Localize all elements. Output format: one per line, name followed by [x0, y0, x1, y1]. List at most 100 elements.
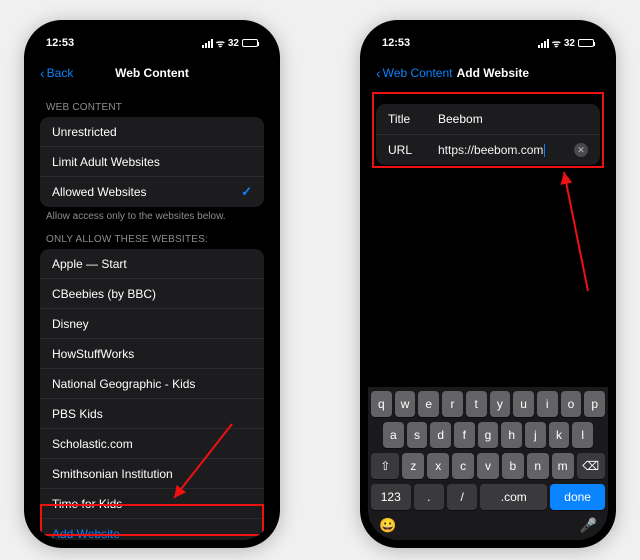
allowed-sites-group: Apple — Start CBeebies (by BBC) Disney H… [40, 249, 264, 540]
section-header-web-content: WEB CONTENT [32, 92, 272, 117]
site-row[interactable]: CBeebies (by BBC) [40, 279, 264, 309]
phone-left: 12:53 ᯤ 32 ‹ Back Web Content WEB CONTEN… [24, 20, 280, 548]
key-z[interactable]: z [402, 453, 424, 479]
site-label: National Geographic - Kids [52, 377, 195, 391]
back-button[interactable]: ‹ Web Content [376, 66, 453, 80]
add-website-label: Add Website [52, 527, 120, 540]
notch [102, 28, 202, 48]
page-title: Add Website [457, 66, 529, 80]
key-k[interactable]: k [549, 422, 570, 448]
url-field-row[interactable]: URL https://beebom.com ✕ [376, 135, 600, 165]
add-website-form: Title Beebom URL https://beebom.com ✕ [376, 104, 600, 165]
status-time: 12:53 [382, 37, 410, 49]
key-q[interactable]: q [371, 391, 392, 417]
site-label: Apple — Start [52, 257, 127, 271]
url-input[interactable]: https://beebom.com [438, 143, 568, 157]
key-b[interactable]: b [502, 453, 524, 479]
site-label: Scholastic.com [52, 437, 133, 451]
site-row[interactable]: Time for Kids [40, 489, 264, 519]
phone-right: 12:53 ᯤ 32 ‹ Web Content Add Website Tit… [360, 20, 616, 548]
site-label: Smithsonian Institution [52, 467, 173, 481]
site-row[interactable]: National Geographic - Kids [40, 369, 264, 399]
battery-percent: 32 [228, 38, 239, 49]
site-row[interactable]: Disney [40, 309, 264, 339]
title-label: Title [388, 112, 438, 126]
option-label: Unrestricted [52, 125, 117, 139]
key-dot[interactable]: . [414, 484, 444, 510]
key-g[interactable]: g [478, 422, 499, 448]
key-r[interactable]: r [442, 391, 463, 417]
option-label: Allowed Websites [52, 185, 147, 199]
key-123[interactable]: 123 [371, 484, 411, 510]
title-field-row[interactable]: Title Beebom [376, 104, 600, 135]
site-label: PBS Kids [52, 407, 103, 421]
site-label: CBeebies (by BBC) [52, 287, 156, 301]
option-unrestricted[interactable]: Unrestricted [40, 117, 264, 147]
key-m[interactable]: m [552, 453, 574, 479]
title-input[interactable]: Beebom [438, 112, 588, 126]
key-p[interactable]: p [584, 391, 605, 417]
annotation-arrow [528, 166, 598, 296]
key-d[interactable]: d [430, 422, 451, 448]
key-t[interactable]: t [466, 391, 487, 417]
key-a[interactable]: a [383, 422, 404, 448]
key-n[interactable]: n [527, 453, 549, 479]
key-⇧[interactable]: ⇧ [371, 453, 399, 479]
keyboard[interactable]: qwertyuiop asdfghjkl ⇧zxcvbnm⌫ 123 . / .… [368, 387, 608, 540]
clear-icon[interactable]: ✕ [574, 143, 588, 157]
notch [438, 28, 538, 48]
option-allowed[interactable]: Allowed Websites ✓ [40, 177, 264, 207]
option-label: Limit Adult Websites [52, 155, 160, 169]
signal-icon [202, 39, 213, 48]
option-limit-adult[interactable]: Limit Adult Websites [40, 147, 264, 177]
key-s[interactable]: s [407, 422, 428, 448]
wifi-icon: ᯤ [216, 36, 225, 50]
section-footer: Allow access only to the websites below. [32, 207, 272, 224]
key-h[interactable]: h [501, 422, 522, 448]
section-header-allowed-sites: ONLY ALLOW THESE WEBSITES: [32, 224, 272, 249]
site-row[interactable]: Apple — Start [40, 249, 264, 279]
key-o[interactable]: o [561, 391, 582, 417]
site-row[interactable]: PBS Kids [40, 399, 264, 429]
site-row[interactable]: Smithsonian Institution [40, 459, 264, 489]
site-label: HowStuffWorks [52, 347, 134, 361]
url-label: URL [388, 143, 438, 157]
key-j[interactable]: j [525, 422, 546, 448]
mic-icon[interactable]: 🎤 [580, 517, 597, 534]
site-row[interactable]: Scholastic.com [40, 429, 264, 459]
key-w[interactable]: w [395, 391, 416, 417]
key-⌫[interactable]: ⌫ [577, 453, 605, 479]
key-f[interactable]: f [454, 422, 475, 448]
key-i[interactable]: i [537, 391, 558, 417]
site-label: Time for Kids [52, 497, 122, 511]
back-label: Web Content [383, 66, 453, 80]
key-l[interactable]: l [572, 422, 593, 448]
site-label: Disney [52, 317, 89, 331]
page-title: Web Content [115, 66, 189, 80]
key-v[interactable]: v [477, 453, 499, 479]
key-u[interactable]: u [513, 391, 534, 417]
checkmark-icon: ✓ [241, 184, 252, 200]
chevron-left-icon: ‹ [376, 66, 381, 80]
battery-percent: 32 [564, 38, 575, 49]
key-x[interactable]: x [427, 453, 449, 479]
key-c[interactable]: c [452, 453, 474, 479]
chevron-left-icon: ‹ [40, 66, 45, 80]
battery-icon [242, 39, 258, 47]
key-y[interactable]: y [490, 391, 511, 417]
add-website-button[interactable]: Add Website [40, 519, 264, 540]
key-done[interactable]: done [550, 484, 605, 510]
nav-bar: ‹ Web Content Add Website [368, 58, 608, 88]
signal-icon [538, 39, 549, 48]
key-slash[interactable]: / [447, 484, 477, 510]
battery-icon [578, 39, 594, 47]
site-row[interactable]: HowStuffWorks [40, 339, 264, 369]
back-button[interactable]: ‹ Back [40, 66, 73, 80]
key-dotcom[interactable]: .com [480, 484, 547, 510]
options-group: Unrestricted Limit Adult Websites Allowe… [40, 117, 264, 207]
status-time: 12:53 [46, 37, 74, 49]
back-label: Back [47, 66, 74, 80]
emoji-icon[interactable]: 😀 [379, 517, 396, 534]
wifi-icon: ᯤ [552, 36, 561, 50]
key-e[interactable]: e [418, 391, 439, 417]
